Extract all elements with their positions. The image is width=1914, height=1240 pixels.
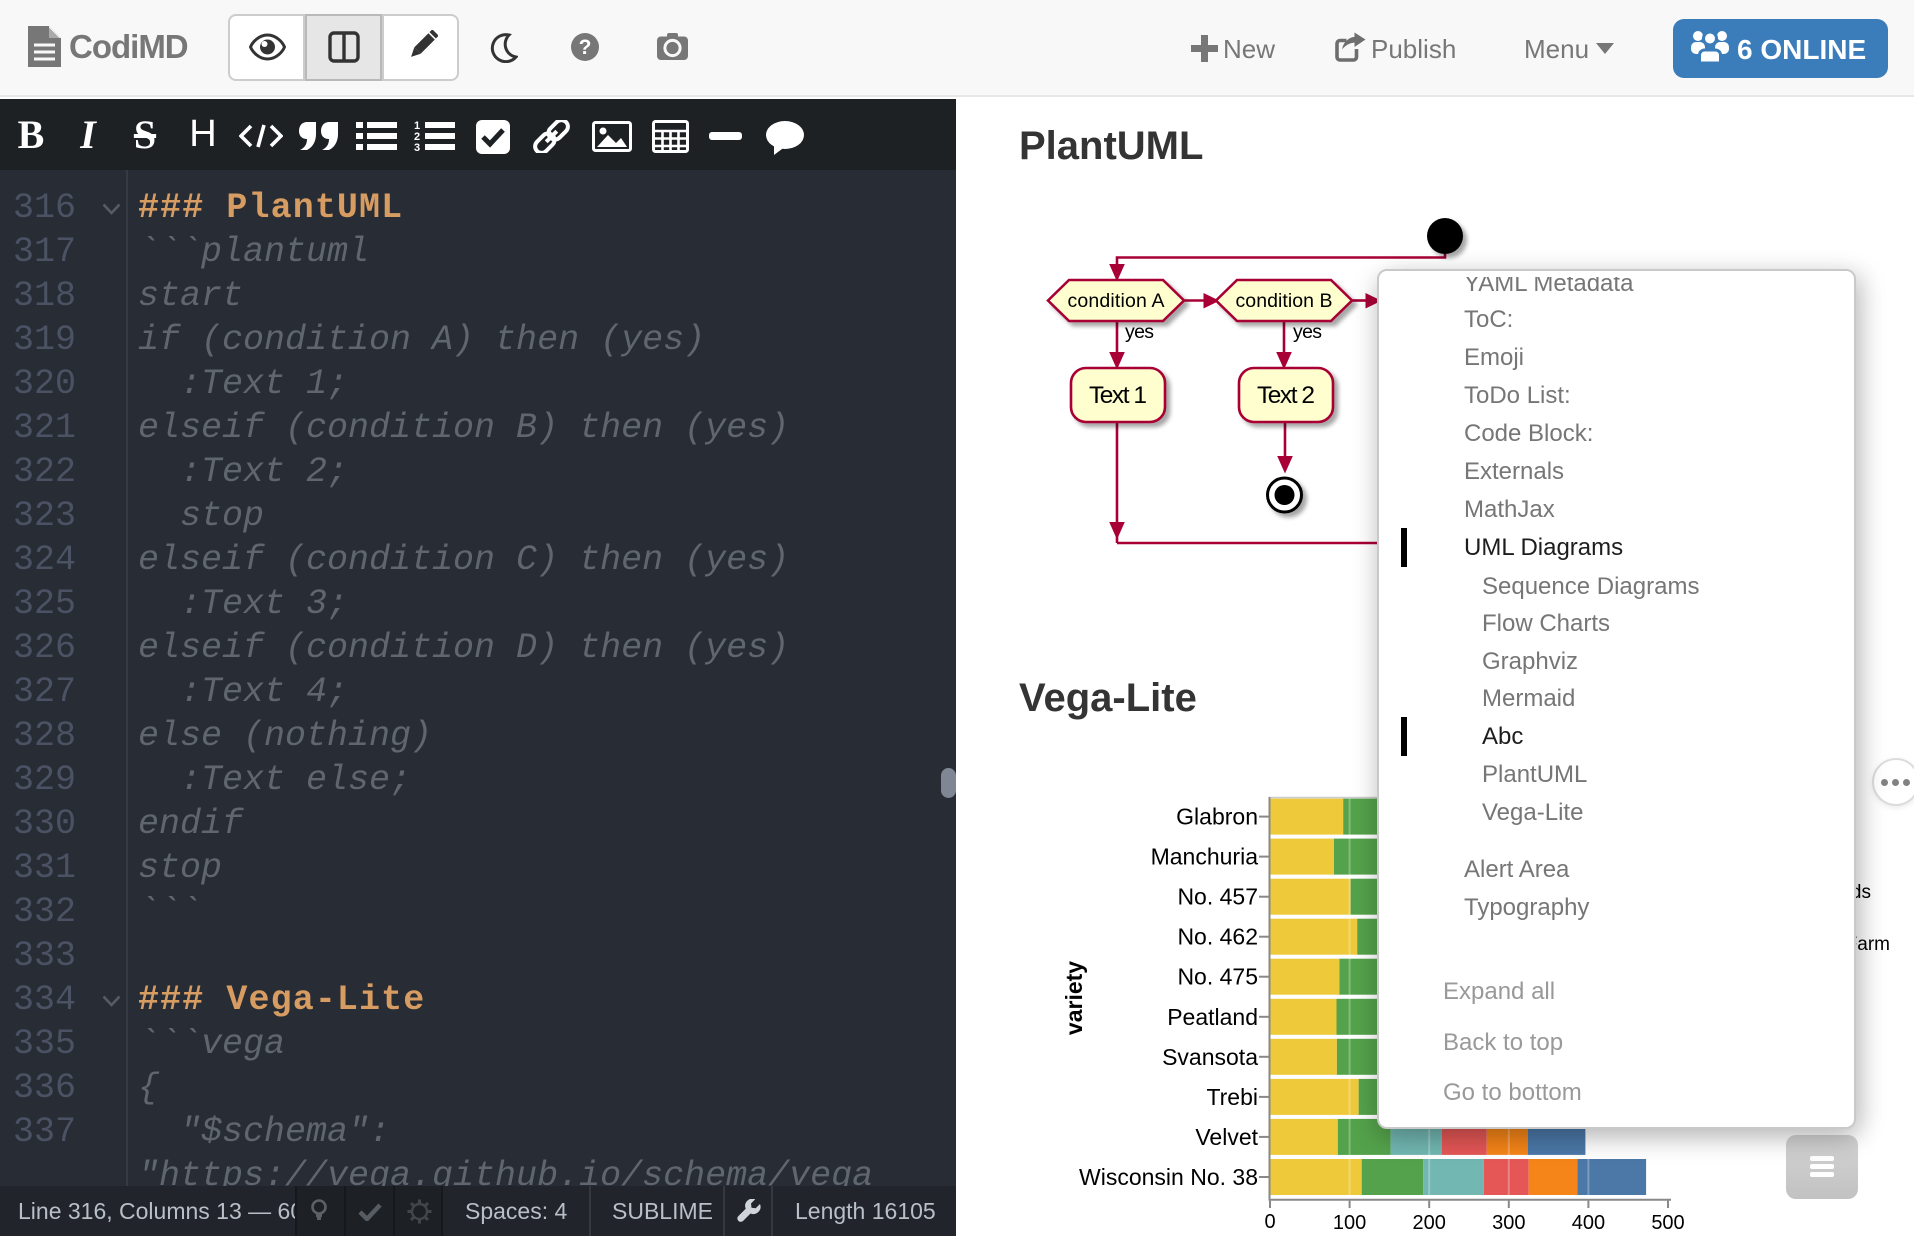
svg-text:300: 300 [1492, 1212, 1525, 1234]
svg-text:Manchuria: Manchuria [1151, 844, 1259, 870]
svg-text:Text 2: Text 2 [1257, 382, 1315, 409]
svg-text:Peatland: Peatland [1167, 1004, 1258, 1030]
svg-text:500: 500 [1651, 1212, 1684, 1234]
svg-text:Trebi: Trebi [1206, 1084, 1258, 1110]
svg-text:Text 1: Text 1 [1089, 382, 1147, 409]
svg-text:yes: yes [1125, 321, 1154, 343]
svg-text:Svansota: Svansota [1162, 1044, 1258, 1070]
svg-text:Glabron: Glabron [1176, 804, 1258, 830]
svg-text:200: 200 [1413, 1212, 1446, 1234]
svg-text:No. 457: No. 457 [1177, 884, 1258, 910]
svg-text:yes: yes [1293, 321, 1322, 343]
svg-text:No. 462: No. 462 [1177, 924, 1258, 950]
svg-text:condition B: condition B [1236, 290, 1333, 312]
svg-text:3: 3 [414, 142, 420, 152]
svg-text:Wisconsin No. 38: Wisconsin No. 38 [1079, 1164, 1258, 1190]
svg-text:Velvet: Velvet [1195, 1124, 1258, 1150]
svg-text:100: 100 [1333, 1212, 1366, 1234]
svg-text:No. 475: No. 475 [1177, 964, 1258, 990]
svg-text:?: ? [579, 36, 592, 59]
svg-text:variety: variety [1061, 961, 1087, 1035]
svg-text:400: 400 [1572, 1212, 1605, 1234]
svg-text:0: 0 [1264, 1211, 1275, 1233]
svg-text:condition A: condition A [1068, 290, 1165, 312]
